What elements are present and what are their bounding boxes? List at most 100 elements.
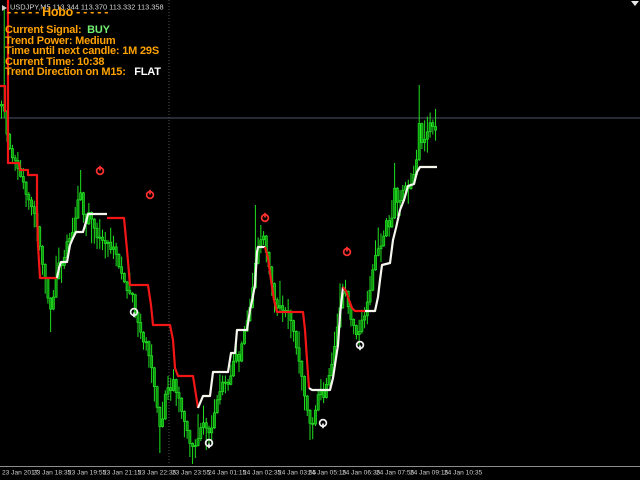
candle bbox=[196, 414, 200, 447]
candle bbox=[297, 331, 301, 374]
candle bbox=[292, 319, 296, 342]
candle bbox=[278, 280, 282, 311]
sell-signal-icon bbox=[145, 189, 155, 200]
candle bbox=[172, 369, 175, 392]
candle bbox=[379, 233, 383, 262]
candle bbox=[352, 318, 356, 335]
trend-step-line-red bbox=[107, 216, 200, 409]
candle bbox=[232, 354, 235, 377]
candle bbox=[79, 170, 83, 201]
candle bbox=[51, 290, 55, 311]
candle bbox=[434, 108, 437, 141]
candle bbox=[431, 119, 435, 135]
time-axis-label: 24 Jan 01:15 bbox=[208, 469, 247, 477]
sell-signal-icon bbox=[342, 246, 352, 257]
buy-signal-icon bbox=[355, 340, 365, 351]
trend-step-line-red bbox=[0, 84, 7, 112]
time-axis-label: 23 Jan 23:55 bbox=[172, 469, 211, 477]
candle bbox=[387, 215, 391, 237]
candle bbox=[425, 116, 429, 153]
candle bbox=[314, 405, 317, 427]
candle bbox=[106, 239, 110, 257]
candle bbox=[90, 211, 93, 244]
buy-signal-icon bbox=[318, 418, 328, 429]
candle bbox=[131, 292, 134, 303]
candle bbox=[229, 364, 233, 386]
candle bbox=[101, 229, 104, 251]
time-axis[interactable]: 23 Jan 2017 23 Jan 18:35 23 Jan 19:55 23 Ja… bbox=[0, 466, 640, 480]
candle bbox=[221, 375, 225, 396]
candle bbox=[243, 326, 246, 345]
candle bbox=[223, 375, 227, 394]
candle bbox=[46, 277, 50, 304]
candle bbox=[259, 225, 263, 254]
candle bbox=[395, 187, 399, 216]
mt4-chart-window: USDJPY,M5 113.344 113.370 113.332 113.35… bbox=[0, 0, 640, 480]
time-axis-label: 24 Jan 09:15 bbox=[410, 469, 449, 477]
sell-signal-icon bbox=[95, 165, 105, 176]
candle bbox=[237, 351, 241, 372]
candle bbox=[202, 405, 205, 435]
candle bbox=[365, 290, 369, 325]
candle bbox=[354, 324, 358, 340]
chart-shift-marker[interactable] bbox=[631, 1, 639, 6]
candle bbox=[109, 227, 113, 254]
time-axis-label: 23 Jan 19:55 bbox=[68, 469, 107, 477]
candle bbox=[286, 299, 290, 330]
candle bbox=[163, 390, 167, 420]
candle bbox=[300, 360, 304, 391]
candle bbox=[62, 249, 66, 269]
candle bbox=[330, 352, 334, 377]
candle bbox=[188, 429, 192, 457]
candle bbox=[311, 417, 315, 440]
candle bbox=[82, 191, 85, 223]
candle bbox=[117, 253, 121, 269]
time-axis-label: 24 Jan 05:15 bbox=[308, 469, 347, 477]
trend-step-line-white bbox=[308, 286, 345, 392]
candle bbox=[139, 313, 143, 339]
candle bbox=[27, 191, 31, 210]
candle bbox=[21, 167, 25, 190]
candle bbox=[376, 227, 380, 257]
candle bbox=[322, 382, 326, 404]
time-axis-label: 23 Jan 21:15 bbox=[103, 469, 142, 477]
candle bbox=[240, 341, 244, 363]
candle bbox=[169, 377, 173, 401]
time-axis-label: 24 Jan 07:55 bbox=[376, 469, 415, 477]
time-axis-label: 23 Jan 18:35 bbox=[33, 469, 72, 477]
row-label: Trend Direction on M15: bbox=[5, 66, 135, 79]
candle bbox=[142, 331, 145, 350]
candle bbox=[423, 120, 427, 152]
candle bbox=[406, 179, 410, 204]
candle bbox=[420, 122, 424, 149]
candle bbox=[125, 280, 129, 299]
candle bbox=[281, 295, 285, 322]
candle bbox=[98, 219, 102, 249]
candle bbox=[120, 256, 124, 280]
m15-direction-value: FLAT bbox=[134, 66, 161, 79]
candle bbox=[112, 235, 115, 259]
candle bbox=[103, 231, 107, 259]
candle bbox=[428, 112, 432, 138]
candle bbox=[262, 231, 265, 246]
candle bbox=[150, 344, 154, 383]
candle bbox=[393, 163, 397, 219]
indicator-title: - - - - - Hobo - - - - - bbox=[7, 5, 109, 19]
candle bbox=[368, 276, 372, 306]
candle bbox=[215, 395, 219, 414]
candle bbox=[41, 245, 44, 275]
trend-step-line-red bbox=[342, 286, 365, 313]
candle bbox=[73, 207, 77, 234]
candle bbox=[327, 368, 331, 387]
candle bbox=[161, 401, 164, 428]
sell-signal-icon bbox=[260, 212, 270, 223]
time-axis-label: 24 Jan 10:35 bbox=[444, 469, 483, 477]
time-axis-label: 24 Jan 02:35 bbox=[243, 469, 282, 477]
candle bbox=[11, 144, 14, 165]
candle bbox=[199, 422, 203, 442]
candle bbox=[30, 196, 33, 216]
candle bbox=[136, 311, 140, 337]
candle bbox=[180, 397, 184, 419]
candle bbox=[185, 420, 189, 439]
candle bbox=[226, 378, 230, 391]
